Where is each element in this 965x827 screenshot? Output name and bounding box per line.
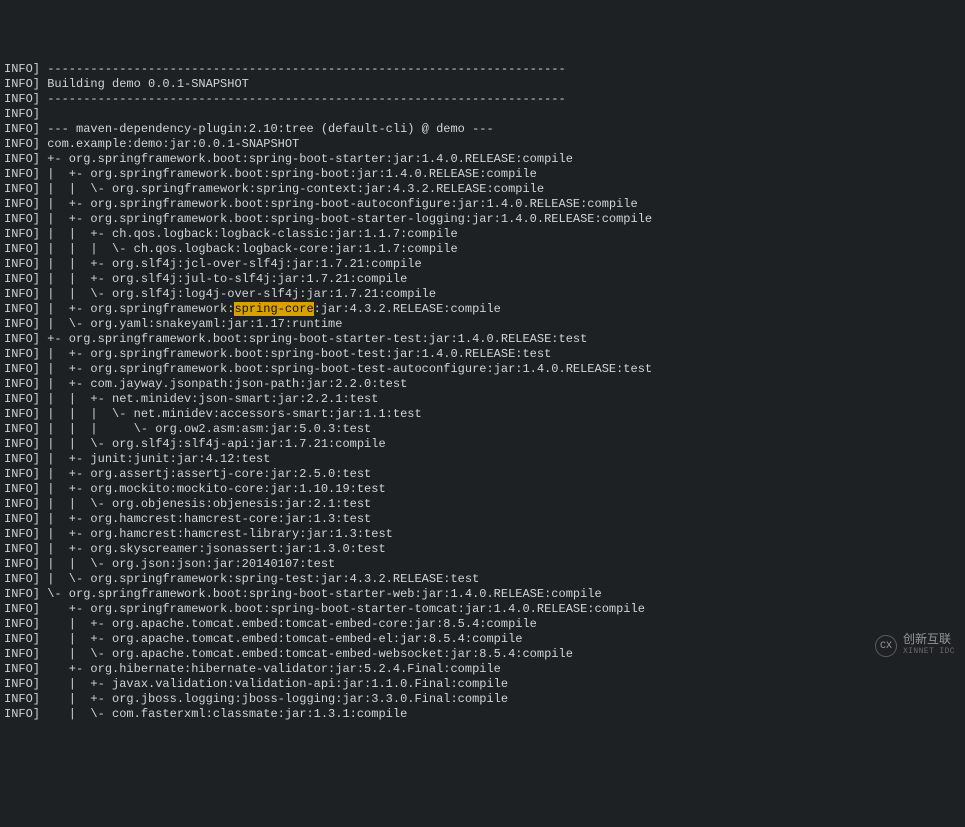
log-line: INFO] Building demo 0.0.1-SNAPSHOT <box>4 77 961 92</box>
log-line: INFO] | \- com.fasterxml:classmate:jar:1… <box>4 707 961 722</box>
log-line: INFO] +- org.springframework.boot:spring… <box>4 332 961 347</box>
log-line: INFO] com.example:demo:jar:0.0.1-SNAPSHO… <box>4 137 961 152</box>
watermark-en: XINNET IDC <box>903 646 955 657</box>
log-line: INFO] | +- org.springframework.boot:spri… <box>4 197 961 212</box>
log-line: INFO] | +- javax.validation:validation-a… <box>4 677 961 692</box>
log-line: INFO] --- maven-dependency-plugin:2.10:t… <box>4 122 961 137</box>
log-line: INFO] | +- org.hamcrest:hamcrest-core:ja… <box>4 512 961 527</box>
log-line: INFO] | | \- org.springframework:spring-… <box>4 182 961 197</box>
log-line: INFO] | \- org.yaml:snakeyaml:jar:1.17:r… <box>4 317 961 332</box>
log-line: INFO] | +- org.apache.tomcat.embed:tomca… <box>4 617 961 632</box>
log-line: INFO] | +- org.mockito:mockito-core:jar:… <box>4 482 961 497</box>
log-line: INFO] | +- org.apache.tomcat.embed:tomca… <box>4 632 961 647</box>
log-line: INFO] | | \- org.json:json:jar:20140107:… <box>4 557 961 572</box>
log-line: INFO] | +- junit:junit:jar:4.12:test <box>4 452 961 467</box>
log-line: INFO] | \- org.apache.tomcat.embed:tomca… <box>4 647 961 662</box>
log-line: INFO] | | +- ch.qos.logback:logback-clas… <box>4 227 961 242</box>
log-line: INFO] | | | \- net.minidev:accessors-sma… <box>4 407 961 422</box>
log-line: INFO] | | \- org.objenesis:objenesis:jar… <box>4 497 961 512</box>
log-line: INFO] | +- org.springframework:spring-co… <box>4 302 961 317</box>
log-line: INFO] | | | \- ch.qos.logback:logback-co… <box>4 242 961 257</box>
log-line: INFO] | +- com.jayway.jsonpath:json-path… <box>4 377 961 392</box>
log-line: INFO] | | +- org.slf4j:jcl-over-slf4j:ja… <box>4 257 961 272</box>
log-line: INFO] +- org.hibernate:hibernate-validat… <box>4 662 961 677</box>
log-line: INFO] | +- org.springframework.boot:spri… <box>4 347 961 362</box>
watermark-icon: CX <box>875 635 897 657</box>
log-line: INFO] \- org.springframework.boot:spring… <box>4 587 961 602</box>
log-line: INFO] | | +- org.slf4j:jul-to-slf4j:jar:… <box>4 272 961 287</box>
watermark: CX 创新互联 XINNET IDC <box>875 635 955 657</box>
log-line: INFO] <box>4 107 961 122</box>
watermark-cn: 创新互联 <box>903 635 955 646</box>
log-line: INFO] | | \- org.slf4j:slf4j-api:jar:1.7… <box>4 437 961 452</box>
log-line: INFO] | +- org.springframework.boot:spri… <box>4 212 961 227</box>
log-line: INFO] | +- org.springframework.boot:spri… <box>4 362 961 377</box>
log-line: INFO] ----------------------------------… <box>4 62 961 77</box>
log-line: INFO] | | \- org.slf4j:log4j-over-slf4j:… <box>4 287 961 302</box>
log-line: INFO] | +- org.assertj:assertj-core:jar:… <box>4 467 961 482</box>
log-line: INFO] +- org.springframework.boot:spring… <box>4 602 961 617</box>
log-line: INFO] | +- org.springframework.boot:spri… <box>4 167 961 182</box>
log-line: INFO] ----------------------------------… <box>4 92 961 107</box>
log-line: INFO] | +- org.hamcrest:hamcrest-library… <box>4 527 961 542</box>
terminal-output: INFO] ----------------------------------… <box>4 62 961 722</box>
log-line: INFO] | +- org.skyscreamer:jsonassert:ja… <box>4 542 961 557</box>
highlighted-text: spring-core <box>234 302 313 316</box>
log-line: INFO] | | +- net.minidev:json-smart:jar:… <box>4 392 961 407</box>
log-line: INFO] +- org.springframework.boot:spring… <box>4 152 961 167</box>
log-line: INFO] | +- org.jboss.logging:jboss-loggi… <box>4 692 961 707</box>
log-line: INFO] | | | \- org.ow2.asm:asm:jar:5.0.3… <box>4 422 961 437</box>
log-line: INFO] | \- org.springframework:spring-te… <box>4 572 961 587</box>
